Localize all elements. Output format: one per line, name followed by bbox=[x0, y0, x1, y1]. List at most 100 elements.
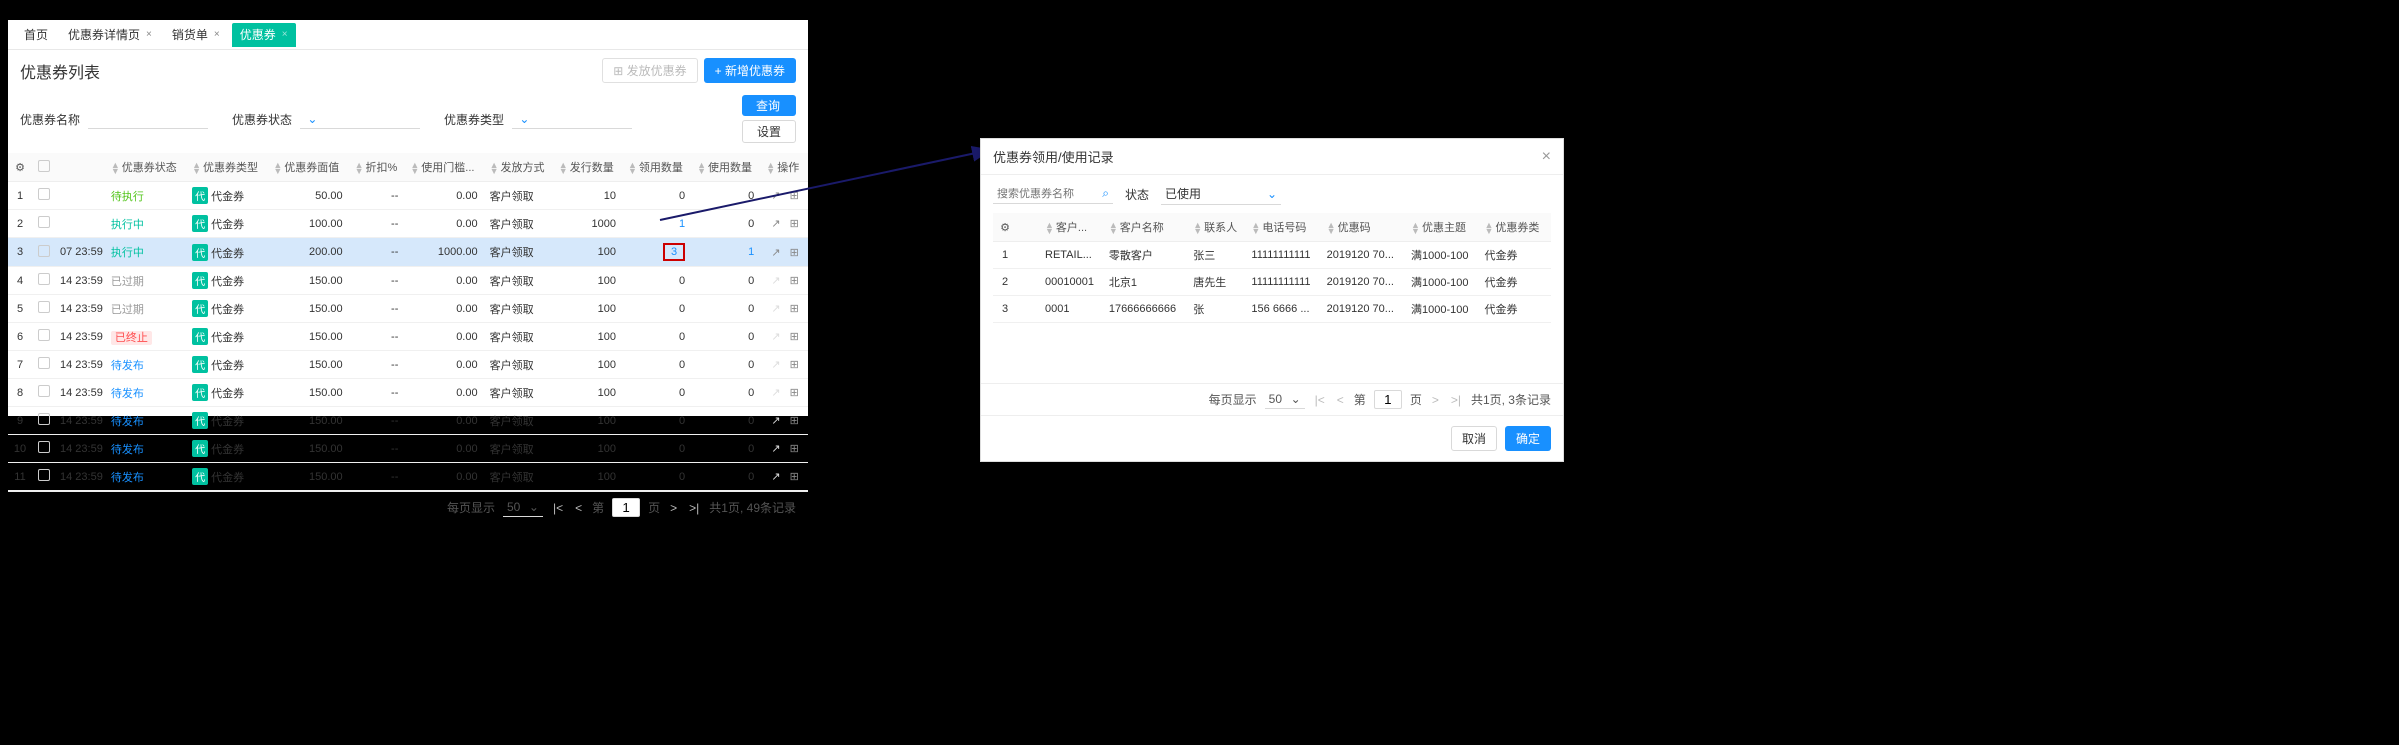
column-header[interactable]: ▲▼领用数量 bbox=[624, 153, 693, 182]
gear-icon[interactable]: ⚙ bbox=[15, 162, 25, 174]
next-page-icon[interactable]: > bbox=[1430, 393, 1441, 407]
table-row[interactable]: 2 执行中 代代金券 100.00 -- 0.00 客户领取 1000 1 0 … bbox=[8, 210, 808, 238]
name-input[interactable] bbox=[88, 110, 208, 129]
page-title: 优惠券列表 bbox=[20, 59, 100, 83]
column-header[interactable]: ▲▼优惠主题 bbox=[1407, 213, 1480, 242]
table-row[interactable]: 11 14 23:59 待发布 代代金券 150.00 -- 0.00 客户领取… bbox=[8, 463, 808, 491]
column-header[interactable]: ▲▼操作 bbox=[762, 153, 808, 182]
qrcode-icon[interactable]: ⊞ bbox=[790, 414, 799, 427]
qrcode-icon[interactable]: ⊞ bbox=[790, 189, 799, 202]
prev-page-icon[interactable]: < bbox=[1335, 393, 1346, 407]
column-header[interactable]: ▲▼发放方式 bbox=[486, 153, 555, 182]
tab-优惠券详情页[interactable]: 优惠券详情页× bbox=[60, 23, 160, 47]
claim-count-link[interactable]: 1 bbox=[679, 218, 685, 230]
column-header[interactable]: ▲▼客户... bbox=[1041, 213, 1105, 242]
distribute-button[interactable]: ⊞ 发放优惠券 bbox=[602, 58, 697, 83]
status-badge: 待发布 bbox=[111, 444, 144, 456]
modal-search-input[interactable] bbox=[997, 188, 1102, 200]
tab-优惠券[interactable]: 优惠券× bbox=[232, 23, 296, 47]
status-select[interactable]: ⌄ bbox=[300, 110, 420, 129]
add-coupon-button[interactable]: + 新增优惠券 bbox=[704, 58, 796, 83]
modal-page-size-select[interactable]: 50 ⌄ bbox=[1265, 390, 1305, 409]
prev-page-icon[interactable]: < bbox=[573, 501, 584, 515]
table-row[interactable]: 6 14 23:59 已终止 代代金券 150.00 -- 0.00 客户领取 … bbox=[8, 323, 808, 351]
table-row[interactable]: 3 07 23:59 执行中 代代金券 200.00 -- 1000.00 客户… bbox=[8, 238, 808, 267]
close-icon[interactable]: × bbox=[1542, 148, 1551, 166]
modal-page-input[interactable] bbox=[1374, 390, 1402, 409]
row-checkbox[interactable] bbox=[38, 245, 50, 257]
table-row[interactable]: 1 待执行 代代金券 50.00 -- 0.00 客户领取 10 0 0 ↗ ⊞ bbox=[8, 182, 808, 210]
select-all-checkbox[interactable] bbox=[38, 160, 50, 172]
qrcode-icon[interactable]: ⊞ bbox=[790, 470, 799, 483]
last-page-icon[interactable]: >| bbox=[687, 501, 701, 515]
qrcode-icon[interactable]: ⊞ bbox=[790, 358, 799, 371]
column-header[interactable]: ▲▼优惠券类型 bbox=[188, 153, 269, 182]
column-header[interactable]: ▲▼优惠码 bbox=[1323, 213, 1407, 242]
modal-search-box[interactable]: ⌕ bbox=[993, 184, 1113, 204]
claim-count-link[interactable]: 3 bbox=[663, 243, 685, 261]
status-badge: 已终止 bbox=[111, 331, 152, 345]
close-icon[interactable]: × bbox=[146, 23, 152, 47]
row-checkbox[interactable] bbox=[38, 413, 50, 425]
table-row[interactable]: 10 14 23:59 待发布 代代金券 150.00 -- 0.00 客户领取… bbox=[8, 435, 808, 463]
column-header[interactable]: ▲▼客户名称 bbox=[1105, 213, 1189, 242]
last-page-icon[interactable]: >| bbox=[1449, 393, 1463, 407]
column-header[interactable]: ▲▼发行数量 bbox=[555, 153, 624, 182]
row-checkbox[interactable] bbox=[38, 188, 50, 200]
page-input[interactable] bbox=[612, 498, 640, 517]
gear-icon[interactable]: ⚙ bbox=[1000, 222, 1010, 234]
share-icon[interactable]: ↗ bbox=[771, 246, 780, 259]
confirm-button[interactable]: 确定 bbox=[1505, 426, 1551, 451]
qrcode-icon[interactable]: ⊞ bbox=[790, 442, 799, 455]
column-header[interactable]: ▲▼使用门槛... bbox=[406, 153, 485, 182]
type-badge: 代 bbox=[192, 468, 208, 485]
row-checkbox[interactable] bbox=[38, 329, 50, 341]
table-row[interactable]: 9 14 23:59 待发布 代代金券 150.00 -- 0.00 客户领取 … bbox=[8, 407, 808, 435]
share-icon: ↗ bbox=[771, 302, 780, 315]
row-checkbox[interactable] bbox=[38, 216, 50, 228]
table-row[interactable]: 1 RETAIL... 零散客户 张三 11111111111 2019120 … bbox=[993, 242, 1551, 269]
table-row[interactable]: 7 14 23:59 待发布 代代金券 150.00 -- 0.00 客户领取 … bbox=[8, 351, 808, 379]
qrcode-icon[interactable]: ⊞ bbox=[790, 330, 799, 343]
row-checkbox[interactable] bbox=[38, 301, 50, 313]
use-count-link[interactable]: 1 bbox=[748, 246, 754, 258]
close-icon[interactable]: × bbox=[282, 23, 288, 47]
modal-status-select[interactable]: 已使用 ⌄ bbox=[1161, 183, 1281, 205]
column-header[interactable]: ▲▼折扣% bbox=[351, 153, 407, 182]
qrcode-icon[interactable]: ⊞ bbox=[790, 386, 799, 399]
tab-首页[interactable]: 首页 bbox=[16, 23, 56, 47]
row-checkbox[interactable] bbox=[38, 469, 50, 481]
type-select[interactable]: ⌄ bbox=[512, 110, 632, 129]
column-header[interactable]: ▲▼联系人 bbox=[1189, 213, 1247, 242]
qrcode-icon[interactable]: ⊞ bbox=[790, 246, 799, 259]
column-header[interactable]: ▲▼优惠券状态 bbox=[107, 153, 188, 182]
row-checkbox[interactable] bbox=[38, 273, 50, 285]
cancel-button[interactable]: 取消 bbox=[1451, 426, 1497, 451]
column-header[interactable]: ▲▼优惠券面值 bbox=[269, 153, 350, 182]
qrcode-icon[interactable]: ⊞ bbox=[790, 274, 799, 287]
next-page-icon[interactable]: > bbox=[668, 501, 679, 515]
close-icon[interactable]: × bbox=[214, 23, 220, 47]
column-header[interactable]: ▲▼电话号码 bbox=[1247, 213, 1322, 242]
table-row[interactable]: 4 14 23:59 已过期 代代金券 150.00 -- 0.00 客户领取 … bbox=[8, 267, 808, 295]
qrcode-icon[interactable]: ⊞ bbox=[790, 302, 799, 315]
first-page-icon[interactable]: |< bbox=[1313, 393, 1327, 407]
table-row[interactable]: 8 14 23:59 待发布 代代金券 150.00 -- 0.00 客户领取 … bbox=[8, 379, 808, 407]
qrcode-icon[interactable]: ⊞ bbox=[790, 217, 799, 230]
settings-button[interactable]: 设置 bbox=[742, 120, 796, 143]
table-row[interactable]: 3 0001 17666666666 张 156 6666 ... 201912… bbox=[993, 296, 1551, 323]
search-button[interactable]: 查询 bbox=[742, 95, 796, 116]
row-checkbox[interactable] bbox=[38, 385, 50, 397]
tab-销货单[interactable]: 销货单× bbox=[164, 23, 228, 47]
row-checkbox[interactable] bbox=[38, 357, 50, 369]
row-checkbox[interactable] bbox=[38, 441, 50, 453]
share-icon[interactable]: ↗ bbox=[771, 189, 780, 202]
page-size-select[interactable]: 50 ⌄ bbox=[503, 498, 543, 517]
column-header[interactable]: ▲▼优惠券类 bbox=[1480, 213, 1551, 242]
column-header[interactable]: ▲▼使用数量 bbox=[693, 153, 762, 182]
chevron-down-icon: ⌄ bbox=[519, 112, 529, 126]
table-row[interactable]: 5 14 23:59 已过期 代代金券 150.00 -- 0.00 客户领取 … bbox=[8, 295, 808, 323]
share-icon[interactable]: ↗ bbox=[771, 217, 780, 230]
first-page-icon[interactable]: |< bbox=[551, 501, 565, 515]
table-row[interactable]: 2 00010001 北京1 唐先生 11111111111 2019120 7… bbox=[993, 269, 1551, 296]
